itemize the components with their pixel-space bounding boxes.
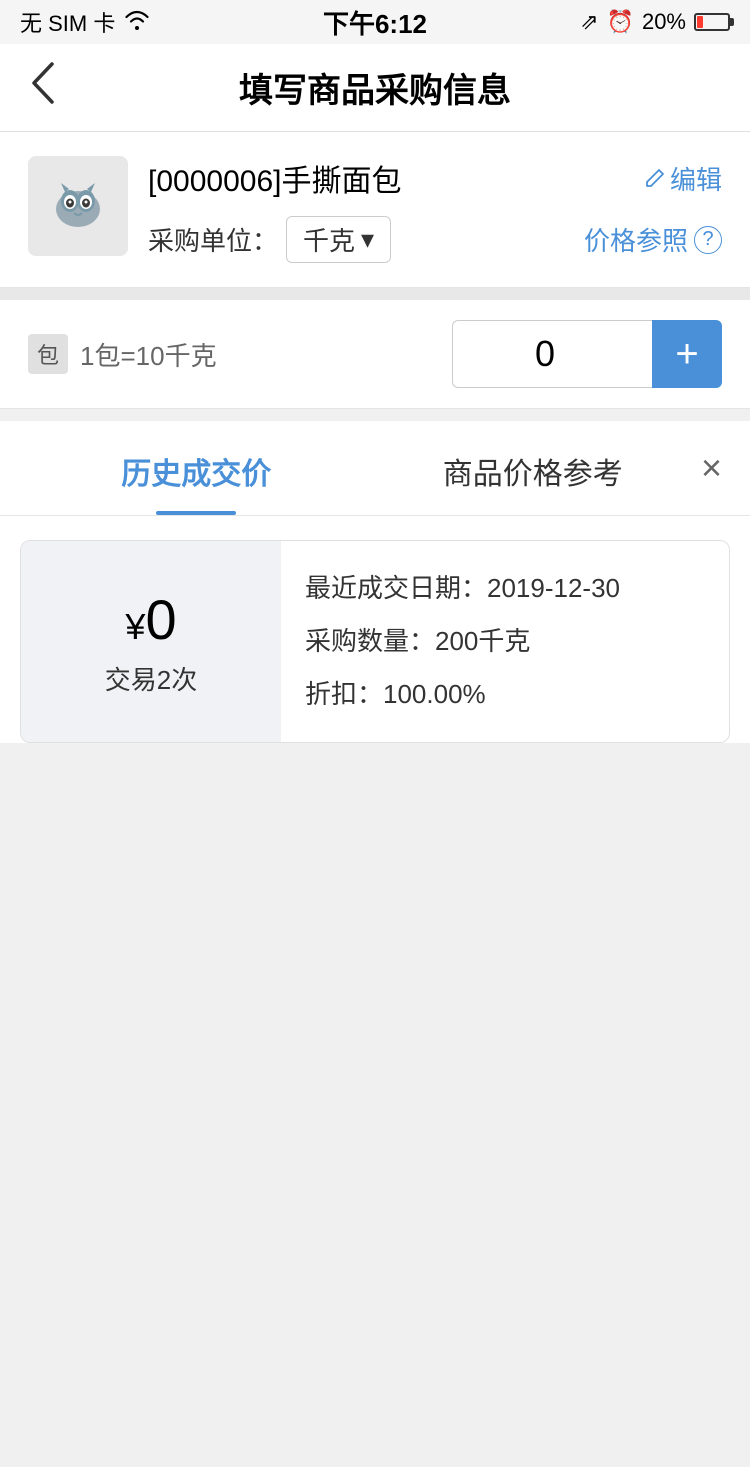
- product-unit-row: 采购单位： 千克 ▾ 价格参照 ?: [148, 216, 722, 263]
- quantity-plus-button[interactable]: +: [652, 320, 722, 388]
- edit-button[interactable]: 编辑: [644, 160, 722, 197]
- product-card: [0000006]手撕面包 编辑 采购单位： 千克 ▾ 价格参照 ?: [0, 132, 750, 288]
- history-details: 最近成交日期：2019-12-30 采购数量：200千克 折扣：100.00%: [281, 541, 729, 742]
- tabs-header: 历史成交价 商品价格参考 ×: [0, 421, 750, 516]
- back-button[interactable]: [28, 60, 56, 115]
- tab-active-indicator: [156, 511, 236, 515]
- history-trades-count: 交易2次: [105, 660, 197, 697]
- tab-history-label: 历史成交价: [121, 458, 271, 491]
- product-header: [0000006]手撕面包 编辑: [148, 156, 722, 200]
- status-time: 下午6:12: [323, 4, 427, 41]
- product-info: [0000006]手撕面包 编辑 采购单位： 千克 ▾ 价格参照 ?: [148, 156, 722, 263]
- carrier-text: 无 SIM 卡: [20, 6, 115, 38]
- main-content-area: [0, 767, 750, 1467]
- help-icon: ?: [694, 226, 722, 254]
- discount-row: 折扣：100.00%: [305, 675, 705, 714]
- product-name: [0000006]手撕面包: [148, 156, 401, 200]
- battery-text: 20%: [642, 9, 686, 35]
- tab-close-button[interactable]: ×: [701, 427, 722, 509]
- tabs-section: 历史成交价 商品价格参考 × ¥0 交易2次 最近成交日期：2019-12-30…: [0, 421, 750, 743]
- history-price-value: ¥0: [125, 587, 176, 652]
- page-title: 填写商品采购信息: [239, 63, 511, 112]
- wifi-icon: [123, 8, 151, 36]
- separator: [0, 288, 750, 300]
- product-thumbnail: [28, 156, 128, 256]
- tab-product-label: 商品价格参考: [443, 458, 623, 491]
- unit-label: 采购单位： 千克 ▾: [148, 216, 391, 263]
- unit-select[interactable]: 千克 ▾: [286, 216, 391, 263]
- plus-icon: +: [675, 332, 698, 377]
- status-left: 无 SIM 卡: [20, 6, 151, 38]
- status-right: ⇗ ⏰ 20%: [580, 9, 730, 35]
- purchase-qty-row: 采购数量：200千克: [305, 622, 705, 661]
- unit-conversion: 1包=10千克: [80, 336, 217, 373]
- quantity-row: 包 1包=10千克 +: [0, 300, 750, 409]
- tab-product-price[interactable]: 商品价格参考: [364, 421, 700, 515]
- alarm-icon: ⏰: [607, 9, 634, 35]
- tab-history-price[interactable]: 历史成交价: [28, 421, 364, 515]
- recent-date-row: 最近成交日期：2019-12-30: [305, 569, 705, 608]
- quantity-input-row: +: [452, 320, 722, 388]
- history-price-left: ¥0 交易2次: [21, 541, 281, 742]
- quantity-input[interactable]: [452, 320, 652, 388]
- location-icon: ⇗: [580, 9, 598, 35]
- price-reference-button[interactable]: 价格参照 ?: [584, 221, 722, 258]
- nav-bar: 填写商品采购信息: [0, 44, 750, 132]
- battery-icon: [694, 13, 730, 31]
- chevron-down-icon: ▾: [361, 224, 374, 255]
- unit-box: 包: [28, 334, 68, 374]
- currency-symbol: ¥: [125, 606, 145, 647]
- status-bar: 无 SIM 卡 下午6:12 ⇗ ⏰ 20%: [0, 0, 750, 44]
- history-card: ¥0 交易2次 最近成交日期：2019-12-30 采购数量：200千克 折扣：…: [20, 540, 730, 743]
- unit-info: 包 1包=10千克: [28, 334, 217, 374]
